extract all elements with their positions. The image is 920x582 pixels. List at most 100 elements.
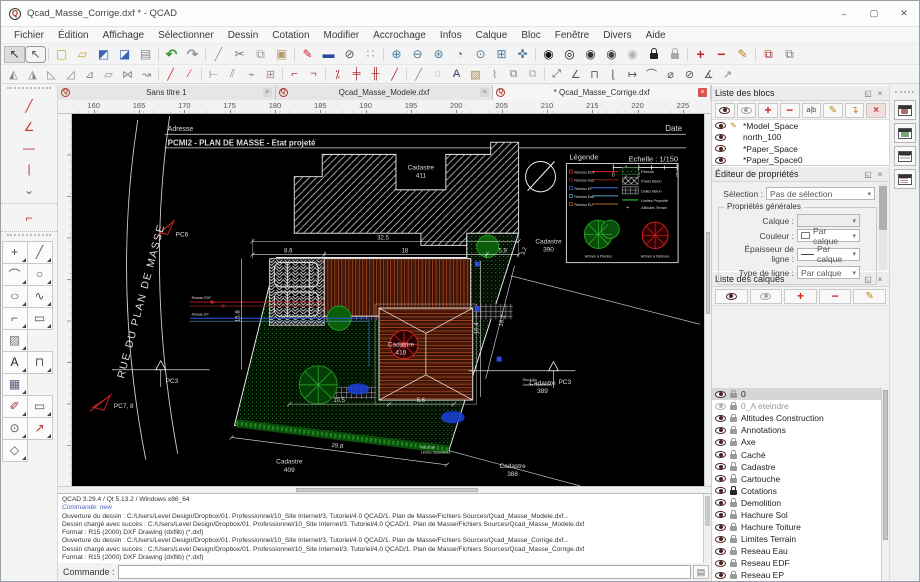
show-all-layers-icon[interactable]: ◉ xyxy=(538,46,559,63)
delete-block-button[interactable]: × xyxy=(866,102,886,118)
lock-icon[interactable] xyxy=(730,413,737,423)
skew-icon[interactable]: ⊿ xyxy=(80,67,99,82)
point-tool[interactable]: + xyxy=(1,240,28,264)
*Paper_Space0[interactable]: ✎ *Paper_Space0 xyxy=(712,155,889,165)
eye-icon[interactable] xyxy=(715,402,726,410)
close-panel-icon[interactable]: × xyxy=(874,89,886,98)
auto-zoom-icon[interactable]: ⊛ xyxy=(428,46,449,63)
Cotations[interactable]: Cotations xyxy=(712,485,889,497)
eye-icon[interactable] xyxy=(715,133,726,141)
float-panel-icon[interactable]: ◱ xyxy=(862,89,874,98)
circle-tool[interactable]: ○ xyxy=(26,262,53,286)
Reseau EP[interactable]: Reseau EP xyxy=(712,569,889,581)
eye-icon[interactable] xyxy=(715,390,726,398)
tab-sans-titre[interactable]: Q Sans titre 1 × xyxy=(58,85,276,100)
lock-icon[interactable] xyxy=(730,401,737,411)
minimize-button[interactable]: – xyxy=(829,1,859,26)
menu-item[interactable]: Dessin xyxy=(221,30,266,41)
hatch-pen-icon[interactable]: ▨ xyxy=(466,67,485,82)
eye-icon[interactable] xyxy=(715,475,726,483)
circle-modify-tool[interactable]: ⊙ xyxy=(1,416,28,440)
lock-icon[interactable] xyxy=(730,558,737,568)
lock-layer-icon[interactable] xyxy=(643,46,664,63)
eye-icon[interactable] xyxy=(715,535,726,543)
add-block-button[interactable]: + xyxy=(758,102,778,118)
block-insert-icon[interactable]: ⧉ xyxy=(779,46,800,63)
viewport-3d-tool[interactable]: ◇ xyxy=(1,438,28,462)
polyline-tool[interactable]: ⌐ xyxy=(1,306,28,330)
rotate-two-icon[interactable]: ⋈ xyxy=(118,67,137,82)
lengthen-icon[interactable]: ⊢ xyxy=(204,67,223,82)
divide-icon[interactable]: ⫽ xyxy=(223,67,242,82)
*Model_Space[interactable]: ✎ *Model_Space xyxy=(712,120,889,132)
menu-item[interactable]: Calque xyxy=(469,30,515,41)
dim-leader-icon[interactable]: ↗ xyxy=(718,67,737,82)
scale-icon[interactable]: ◿ xyxy=(61,67,80,82)
arc-tool[interactable]: ⌒ xyxy=(1,262,28,286)
layers-scrollbar[interactable] xyxy=(881,388,889,581)
text-tool[interactable]: A xyxy=(1,350,28,374)
pen-icon[interactable]: ╱ xyxy=(208,46,229,63)
close-button[interactable]: ✕ xyxy=(889,1,919,26)
dim-diameter-icon[interactable]: ⊘ xyxy=(680,67,699,82)
scrollbar-thumb[interactable] xyxy=(296,488,478,492)
dimension-tool[interactable]: ⊓ xyxy=(26,350,53,374)
menu-item[interactable]: Bloc xyxy=(514,30,547,41)
dock-command-line-button[interactable] xyxy=(893,169,916,189)
panel-handle[interactable] xyxy=(895,91,914,96)
Demolition[interactable]: Demolition xyxy=(712,497,889,509)
remove-block-button[interactable]: − xyxy=(779,102,800,118)
offset-tool[interactable]: ▭ xyxy=(26,394,53,418)
eye-icon[interactable] xyxy=(715,559,726,567)
tab-close-icon[interactable]: × xyxy=(262,88,272,97)
command-options-icon[interactable]: ▤ xyxy=(693,565,709,579)
eye-icon[interactable] xyxy=(715,426,726,434)
pan-icon[interactable]: ✜ xyxy=(512,46,533,63)
copy-icon[interactable]: ⧉ xyxy=(250,46,271,63)
lock-icon[interactable] xyxy=(730,534,737,544)
redo-icon[interactable]: ↷ xyxy=(182,46,203,63)
spray-icon[interactable]: ⌇ xyxy=(485,67,504,82)
new-file-icon[interactable]: ▢ xyxy=(51,46,72,63)
trim-icon[interactable]: ╱ xyxy=(161,67,180,82)
select-tool-icon[interactable]: ↖ xyxy=(4,45,25,63)
rename-block-button[interactable]: a|b xyxy=(801,102,822,118)
fillet-icon[interactable]: ⁒ xyxy=(328,67,347,82)
dim-radius-icon[interactable]: ⌀ xyxy=(661,67,680,82)
image-tool[interactable]: ▦ xyxy=(1,372,28,396)
ellipse-tool[interactable]: ○ xyxy=(1,284,28,308)
menu-item[interactable]: Aide xyxy=(639,30,673,41)
lock-icon[interactable] xyxy=(730,462,737,471)
corner-icon[interactable]: ⌐ xyxy=(285,67,304,82)
eye-icon[interactable] xyxy=(715,451,726,459)
save-as-icon[interactable]: ◪ xyxy=(114,46,135,63)
text-box-icon[interactable]: A xyxy=(447,67,466,82)
edit-layer-button[interactable]: ✎ xyxy=(853,288,886,304)
dock-widgets-button[interactable] xyxy=(893,123,916,143)
menu-item[interactable]: Édition xyxy=(51,30,96,41)
more-tools-chevron-icon[interactable]: ⌄ xyxy=(17,179,41,200)
dim-angular-icon[interactable]: ∡ xyxy=(699,67,718,82)
edit-layer-icon[interactable]: ✎ xyxy=(732,46,753,63)
cut-icon[interactable]: ✂ xyxy=(229,46,250,63)
show-all-layers-button[interactable] xyxy=(715,288,748,304)
loop-icon[interactable]: ◌ xyxy=(428,67,447,82)
dock-library-button[interactable] xyxy=(893,100,916,120)
line-vertical-icon[interactable]: | xyxy=(17,158,41,179)
*Paper_Space[interactable]: ✎ *Paper_Space xyxy=(712,143,889,155)
dim-baseline-icon[interactable]: ↦ xyxy=(623,67,642,82)
line-sketch-icon[interactable]: ╱ xyxy=(409,67,428,82)
tab-close-icon[interactable]: × xyxy=(480,88,490,97)
Reseau EDF[interactable]: Reseau EDF xyxy=(712,557,889,569)
flip-icon[interactable]: ◮ xyxy=(23,67,42,82)
menu-item[interactable]: Fichier xyxy=(7,30,51,41)
float-panel-icon[interactable]: ◱ xyxy=(862,170,874,179)
horizontal-scrollbar[interactable] xyxy=(58,486,711,493)
add-layer-button[interactable]: + xyxy=(784,288,817,304)
hide-all-layers-button[interactable] xyxy=(749,288,783,304)
crossing-icon[interactable]: ╫ xyxy=(366,67,385,82)
edit-block-button[interactable]: ✎ xyxy=(823,102,843,118)
remove-layer-button[interactable]: − xyxy=(818,288,852,304)
history-scrollbar[interactable] xyxy=(703,494,711,563)
lock-icon[interactable] xyxy=(730,498,737,507)
